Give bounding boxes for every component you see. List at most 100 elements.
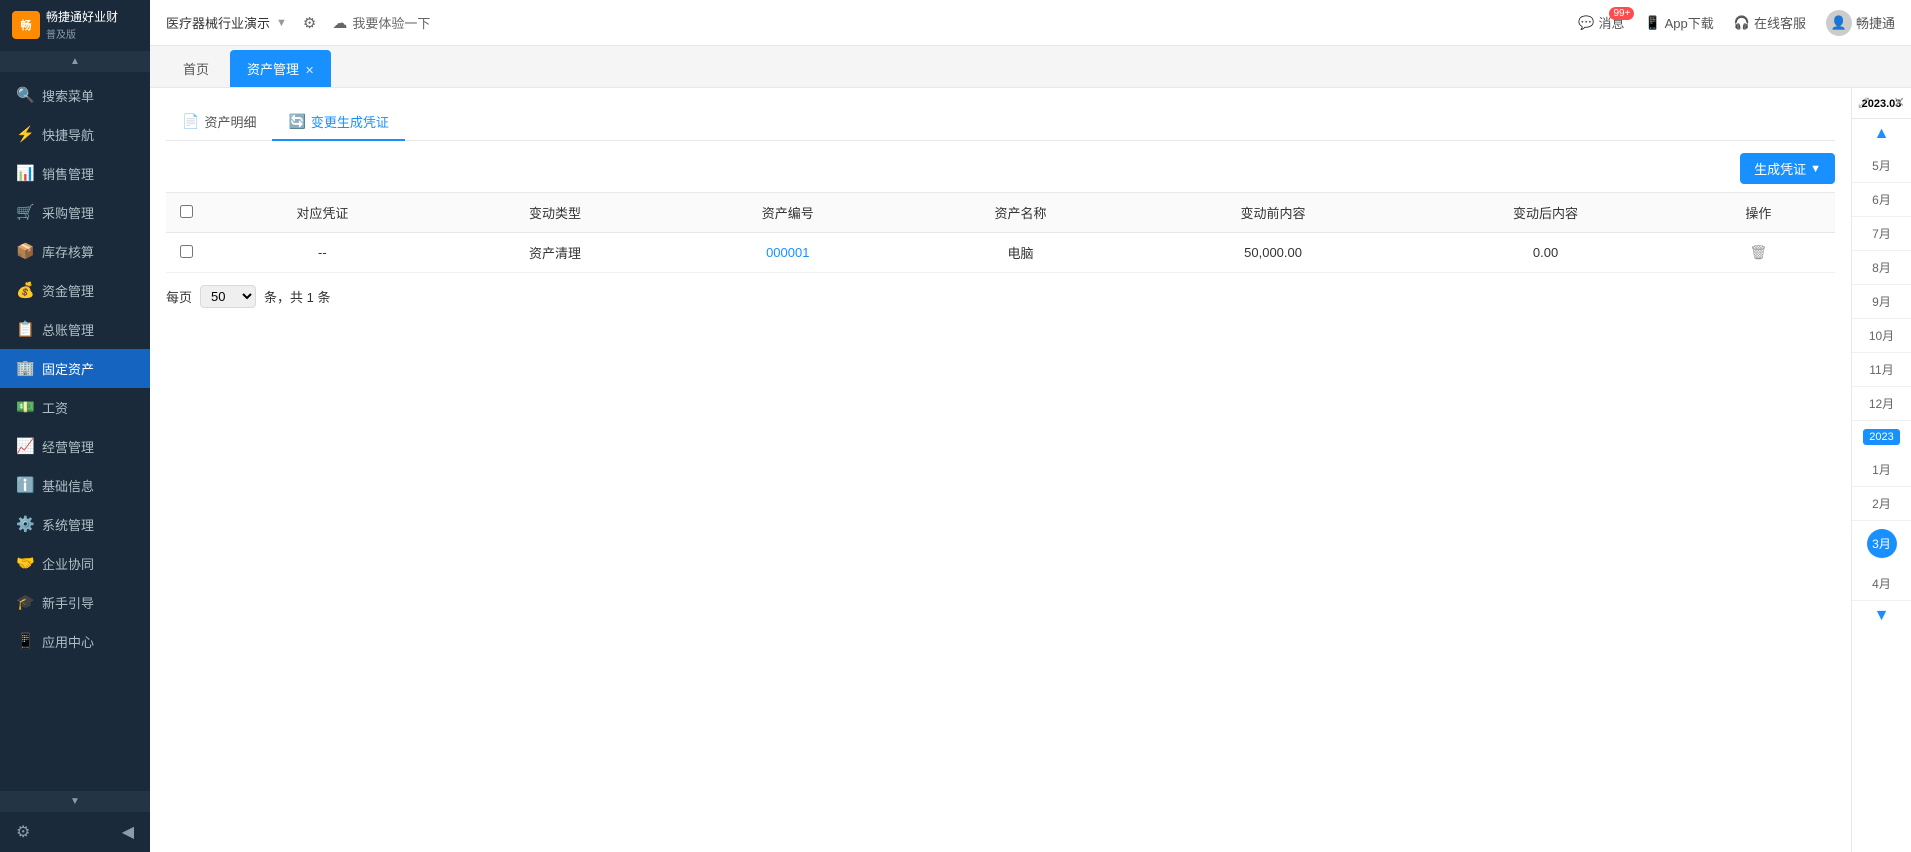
sidebar-label-funds: 资金管理	[42, 281, 94, 300]
timeline-month-1月[interactable]: 1月	[1852, 453, 1911, 487]
sidebar-icon-app-center: 📱	[16, 632, 34, 650]
panel-expand-icon[interactable]: ⤢	[1858, 94, 1869, 111]
logo-sub: 普及版	[46, 26, 118, 41]
row-before-change-0: 50,000.00	[1137, 233, 1410, 273]
sidebar-label-sales: 销售管理	[42, 164, 94, 183]
timeline-month-9月[interactable]: 9月	[1852, 285, 1911, 319]
select-all-checkbox[interactable]	[180, 205, 193, 218]
app-download-btn[interactable]: 📱 App下载	[1644, 13, 1713, 32]
sidebar-icon-ledger: 📋	[16, 320, 34, 338]
tab-asset-mgmt[interactable]: 资产管理✕	[230, 50, 331, 87]
generate-voucher-btn[interactable]: 生成凭证 ▼	[1740, 153, 1835, 184]
tabbar: 首页资产管理✕	[150, 46, 1911, 88]
timeline-nav-up[interactable]: ▲	[1852, 119, 1911, 149]
col-header-change_type: 变动类型	[439, 193, 672, 233]
sidebar-item-search[interactable]: 🔍搜索菜单	[0, 76, 150, 115]
row-checkbox-0[interactable]	[180, 245, 193, 258]
panel-close-icon[interactable]: ✕	[1893, 94, 1905, 111]
sidebar-icon-fixed-assets: 🏢	[16, 359, 34, 377]
tab-close-asset-mgmt[interactable]: ✕	[305, 65, 314, 77]
sidebar-item-ledger[interactable]: 📋总账管理	[0, 310, 150, 349]
col-header-voucher: 对应凭证	[206, 193, 439, 233]
sidebar-item-quick-nav[interactable]: ⚡快捷导航	[0, 115, 150, 154]
row-after-change-0: 0.00	[1409, 233, 1682, 273]
year-badge[interactable]: 2023	[1863, 429, 1899, 445]
sidebar-label-ops: 经营管理	[42, 437, 94, 456]
user-menu-btn[interactable]: 👤 畅捷通	[1826, 10, 1895, 36]
right-panel: ⤢ 2023.03 ✕ ▲ 5月6月7月8月9月10月11月12月20231月2…	[1851, 88, 1911, 852]
topbar-gear-icon[interactable]: ⚙	[303, 14, 316, 32]
sidebar-item-sales[interactable]: 📊销售管理	[0, 154, 150, 193]
sidebar-item-inventory[interactable]: 📦 库存核算	[0, 232, 150, 271]
sidebar-item-funds[interactable]: 💰资金管理	[0, 271, 150, 310]
timeline-month-4月[interactable]: 4月	[1852, 567, 1911, 601]
timeline-month-2月[interactable]: 2月	[1852, 487, 1911, 521]
sidebar-label-purchase: 采购管理	[42, 203, 94, 222]
row-asset-name-0: 电脑	[904, 233, 1137, 273]
sidebar-icon-inventory: 📦	[16, 242, 34, 260]
timeline-nav-down[interactable]: ▼	[1852, 601, 1911, 631]
delete-icon-0[interactable]: 🗑	[1750, 244, 1768, 260]
username-label: 畅捷通	[1856, 13, 1895, 32]
pagination: 每页 2050100 条，共 1 条	[166, 273, 1835, 308]
sidebar-footer: ⚙ ◀	[0, 811, 150, 852]
content-wrapper: 📄资产明细 🔄 变更生成凭证 生成凭证 ▼ 对应凭证变动类型资产编号资产名称变动前内…	[150, 88, 1911, 852]
sidebar-item-ops[interactable]: 📈经营管理	[0, 427, 150, 466]
col-header-after_change: 变动后内容	[1409, 193, 1682, 233]
sidebar-nav: 🔍搜索菜单⚡快捷导航📊销售管理🛒采购管理 📦 库存核算 💰资金管理📋总账管理🏢固定资产…	[0, 72, 150, 791]
sidebar-label-basic-info: 基础信息	[42, 476, 94, 495]
sub-tab-icon-change-voucher: 🔄	[288, 113, 305, 130]
data-table: 对应凭证变动类型资产编号资产名称变动前内容变动后内容操作 -- 资产清理 000…	[166, 192, 1835, 273]
col-header-action: 操作	[1682, 193, 1835, 233]
sidebar-label-guide: 新手引导	[42, 593, 94, 612]
sidebar-item-payroll[interactable]: 💵工资	[0, 388, 150, 427]
sub-tab-change-voucher[interactable]: 🔄 变更生成凭证	[272, 104, 404, 141]
tab-home[interactable]: 首页	[166, 50, 226, 87]
sidebar-label-system: 系统管理	[42, 515, 94, 534]
sub-tabs: 📄资产明细 🔄 变更生成凭证	[166, 104, 1835, 141]
generate-voucher-label: 生成凭证	[1754, 159, 1806, 178]
sidebar-item-coop[interactable]: 🤝企业协同	[0, 544, 150, 583]
current-month-item[interactable]: 3月	[1867, 529, 1897, 559]
timeline-month-8月[interactable]: 8月	[1852, 251, 1911, 285]
main-area: 医疗器械行业演示 ▼ ⚙ ☁ 我要体验一下 💬 消息 99+ 📱 App下载 🎧…	[150, 0, 1911, 852]
online-service-btn[interactable]: 🎧 在线客服	[1734, 13, 1806, 32]
sidebar-icon-basic-info: ℹ️	[16, 476, 34, 494]
table-row: -- 资产清理 000001 电脑 50,000.00 0.00 🗑	[166, 233, 1835, 273]
per-page-select[interactable]: 2050100	[200, 285, 256, 308]
sidebar-item-guide[interactable]: 🎓新手引导	[0, 583, 150, 622]
sub-tab-label-change-voucher: 变更生成凭证	[311, 112, 389, 131]
timeline-month-12月[interactable]: 12月	[1852, 387, 1911, 421]
timeline-month-7月[interactable]: 7月	[1852, 217, 1911, 251]
headset-icon: 🎧	[1734, 15, 1750, 31]
row-action-0: 🗑	[1682, 233, 1835, 273]
sidebar-label-payroll: 工资	[42, 398, 68, 417]
sidebar-item-purchase[interactable]: 🛒采购管理	[0, 193, 150, 232]
logo-text-group: 畅捷通好业财 普及版	[46, 10, 118, 41]
col-header-asset_no: 资产编号	[671, 193, 904, 233]
sidebar-item-system[interactable]: ⚙️系统管理	[0, 505, 150, 544]
sidebar-label-search: 搜索菜单	[42, 86, 94, 105]
col-header-before_change: 变动前内容	[1137, 193, 1410, 233]
sidebar-item-basic-info[interactable]: ℹ️ 基础信息	[0, 466, 150, 505]
sidebar-scroll-down[interactable]: ▼	[0, 791, 150, 811]
sub-tab-asset-detail[interactable]: 📄资产明细	[166, 104, 272, 141]
timeline-month-11月[interactable]: 11月	[1852, 353, 1911, 387]
notifications-btn[interactable]: 💬 消息 99+	[1578, 13, 1624, 32]
row-change-type-0: 资产清理	[439, 233, 672, 273]
app-download-label: App下载	[1665, 13, 1714, 32]
collapse-icon[interactable]: ◀	[122, 822, 134, 842]
settings-icon[interactable]: ⚙	[16, 822, 30, 842]
sidebar-label-inventory: 库存核算	[42, 242, 94, 261]
timeline-month-5月[interactable]: 5月	[1852, 149, 1911, 183]
row-checkbox-cell	[166, 233, 206, 273]
topbar: 医疗器械行业演示 ▼ ⚙ ☁ 我要体验一下 💬 消息 99+ 📱 App下载 🎧…	[150, 0, 1911, 46]
col-header-checkbox	[166, 193, 206, 233]
timeline-month-10月[interactable]: 10月	[1852, 319, 1911, 353]
timeline-month-6月[interactable]: 6月	[1852, 183, 1911, 217]
sidebar-item-fixed-assets[interactable]: 🏢固定资产	[0, 349, 150, 388]
sidebar-scroll-up[interactable]: ▲	[0, 52, 150, 72]
company-selector[interactable]: 医疗器械行业演示 ▼	[166, 13, 287, 32]
sidebar-item-app-center[interactable]: 📱应用中心	[0, 622, 150, 661]
experience-btn[interactable]: ☁ 我要体验一下	[332, 13, 430, 32]
